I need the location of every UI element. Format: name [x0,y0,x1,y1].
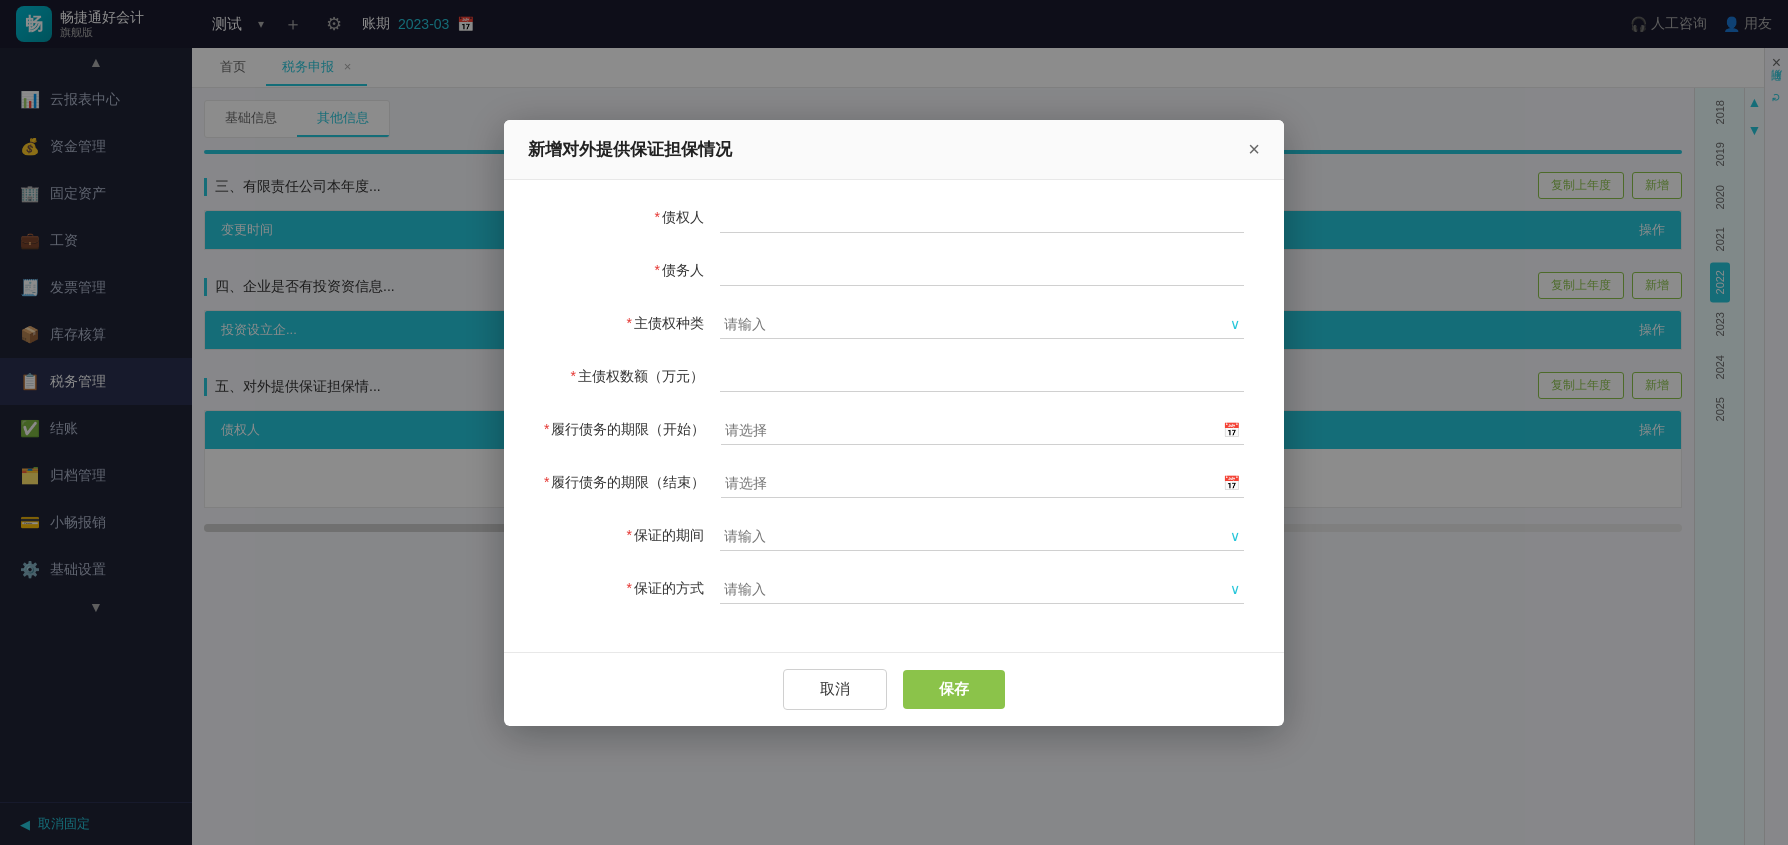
select-wrap-guarantee-method: ∨ [720,575,1244,604]
modal-footer: 取消 保存 [504,652,1284,726]
field-guarantee-method: *保证的方式 ∨ [544,575,1244,604]
input-claim-type[interactable] [720,310,1230,338]
save-button[interactable]: 保存 [903,670,1005,709]
field-claim-amount: *主债权数额（万元） [544,363,1244,392]
label-period-start: *履行债务的期限（开始） [544,421,705,439]
label-claim-type: *主债权种类 [544,315,704,333]
field-debtor: *债务人 [544,257,1244,286]
input-debtor[interactable] [720,257,1244,286]
input-period-start[interactable] [721,416,1223,444]
label-creditor: *债权人 [544,209,704,227]
chevron-down-icon-period[interactable]: ∨ [1230,528,1244,544]
modal-body: *债权人 *债务人 *主债权种类 ∨ [504,180,1284,652]
date-wrap-period-start: 📅 [721,416,1244,445]
cancel-button[interactable]: 取消 [783,669,887,710]
calendar-icon-start[interactable]: 📅 [1223,422,1244,438]
chevron-down-icon-method[interactable]: ∨ [1230,581,1244,597]
label-guarantee-period: *保证的期间 [544,527,704,545]
input-guarantee-period[interactable] [720,522,1230,550]
modal-close-button[interactable]: × [1248,139,1260,159]
label-claim-amount: *主债权数额（万元） [544,368,704,386]
calendar-icon-end[interactable]: 📅 [1223,475,1244,491]
field-claim-type: *主债权种类 ∨ [544,310,1244,339]
input-claim-amount[interactable] [720,363,1244,392]
field-creditor: *债权人 [544,204,1244,233]
modal-backdrop: 新增对外提供保证担保情况 × *债权人 *债务人 * [0,0,1788,845]
field-period-start: *履行债务的期限（开始） 📅 [544,416,1244,445]
select-wrap-claim-type: ∨ [720,310,1244,339]
date-wrap-period-end: 📅 [721,469,1244,498]
chevron-down-icon[interactable]: ∨ [1230,316,1244,332]
modal-header: 新增对外提供保证担保情况 × [504,120,1284,180]
label-period-end: *履行债务的期限（结束） [544,474,705,492]
input-period-end[interactable] [721,469,1223,497]
field-period-end: *履行债务的期限（结束） 📅 [544,469,1244,498]
label-debtor: *债务人 [544,262,704,280]
modal-dialog: 新增对外提供保证担保情况 × *债权人 *债务人 * [504,120,1284,726]
modal-title: 新增对外提供保证担保情况 [528,138,732,161]
field-guarantee-period: *保证的期间 ∨ [544,522,1244,551]
input-creditor[interactable] [720,204,1244,233]
input-guarantee-method[interactable] [720,575,1230,603]
select-wrap-guarantee-period: ∨ [720,522,1244,551]
label-guarantee-method: *保证的方式 [544,580,704,598]
